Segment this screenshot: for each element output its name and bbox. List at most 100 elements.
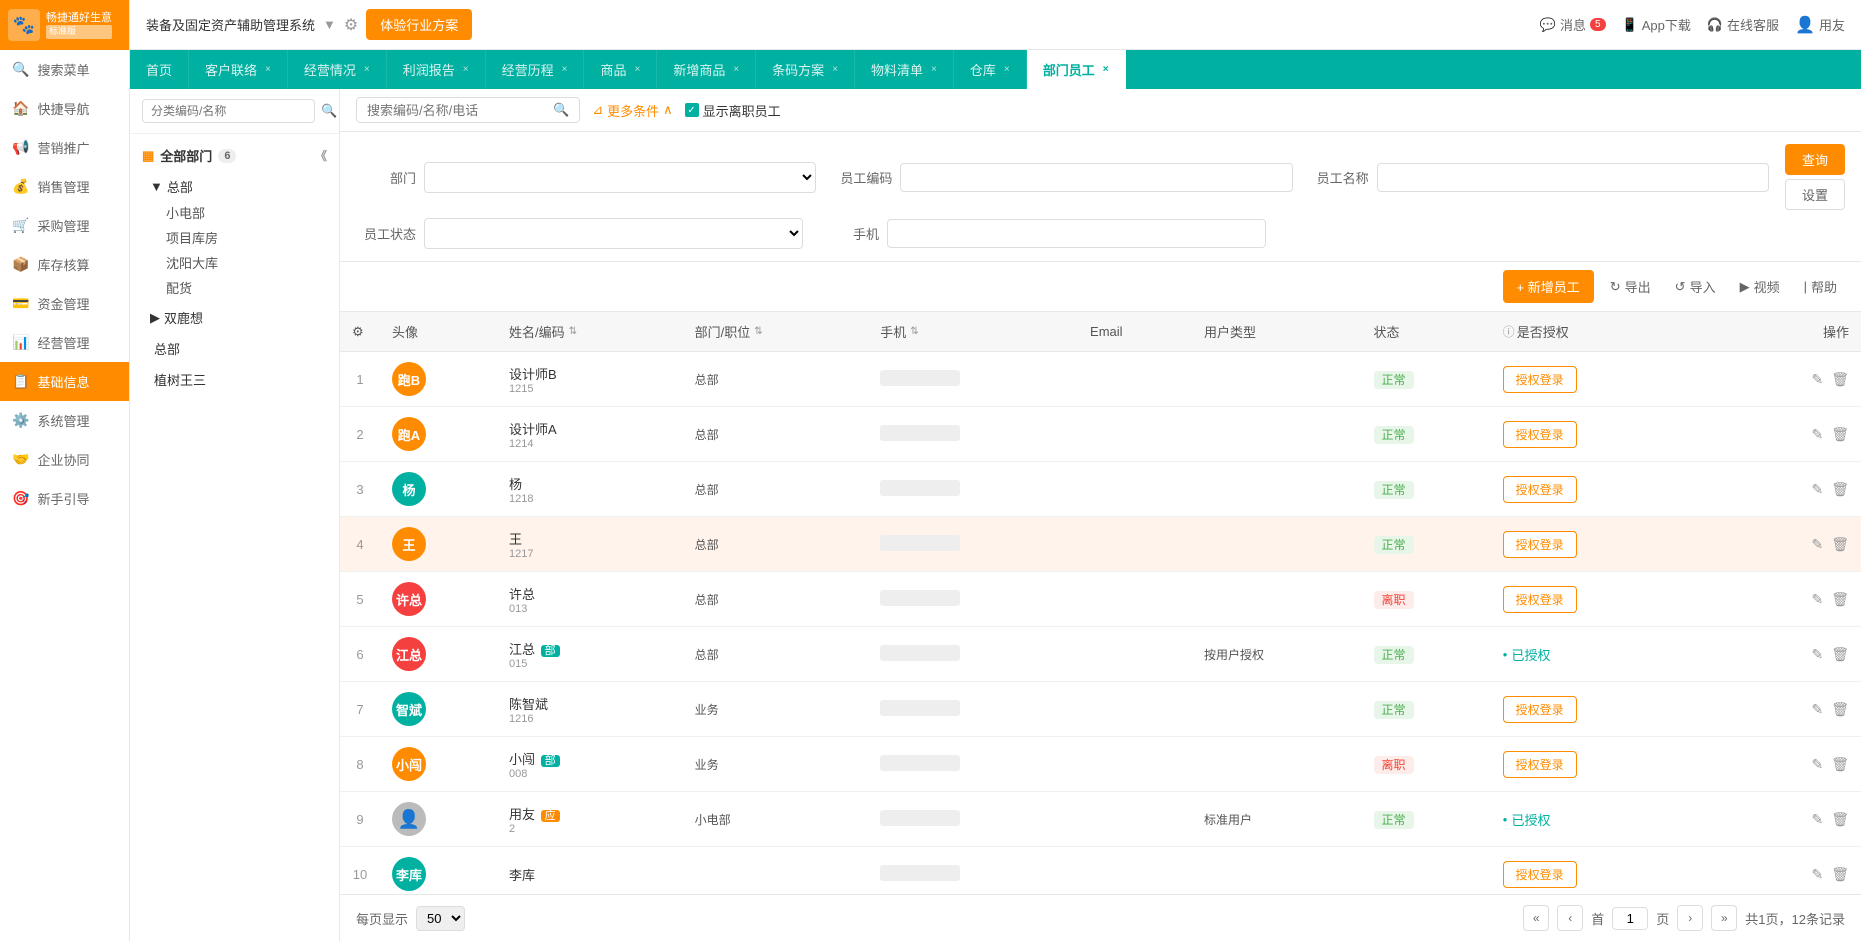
edit-icon[interactable]: ✎ bbox=[1811, 811, 1823, 828]
dept-all-item[interactable]: ▦ 全部部门 6 《 bbox=[142, 142, 327, 169]
nav-tab-商品[interactable]: 商品× bbox=[584, 50, 657, 89]
nav-tab-仓库[interactable]: 仓库× bbox=[954, 50, 1027, 89]
dept-group-name-zongbu2[interactable]: 总部 bbox=[142, 335, 327, 362]
tab-close-icon[interactable]: × bbox=[1004, 64, 1010, 75]
more-conditions-btn[interactable]: ⊿ 更多条件 ∧ bbox=[592, 101, 672, 120]
prev-page-button[interactable]: ‹ bbox=[1557, 905, 1583, 931]
tab-close-icon[interactable]: × bbox=[832, 64, 838, 75]
edit-icon[interactable]: ✎ bbox=[1811, 536, 1823, 553]
nav-tab-利润报告[interactable]: 利润报告× bbox=[387, 50, 486, 89]
edit-icon[interactable]: ✎ bbox=[1811, 371, 1823, 388]
nav-tab-物料清单[interactable]: 物料清单× bbox=[855, 50, 954, 89]
auth-login-button[interactable]: 授权登录 bbox=[1503, 366, 1577, 393]
delete-icon[interactable]: 🗑 bbox=[1831, 646, 1849, 663]
dept-child-shenyang[interactable]: 沈阳大库 bbox=[142, 250, 327, 275]
user-item[interactable]: 👤 用友 bbox=[1795, 15, 1845, 35]
edit-icon[interactable]: ✎ bbox=[1811, 481, 1823, 498]
dept-child-xiangmu[interactable]: 项目库房 bbox=[142, 225, 327, 250]
tab-close-icon[interactable]: × bbox=[562, 64, 568, 75]
sidebar-item-经营管理[interactable]: 📊经营管理 bbox=[0, 323, 129, 362]
online-service-item[interactable]: 🎧 在线客服 bbox=[1707, 15, 1779, 34]
nav-tab-部门员工[interactable]: 部门员工× bbox=[1027, 50, 1126, 89]
tab-close-icon[interactable]: × bbox=[265, 64, 271, 75]
delete-icon[interactable]: 🗑 bbox=[1831, 701, 1849, 718]
dept-search-icon[interactable]: 🔍 bbox=[321, 103, 337, 119]
th-name[interactable]: 姓名/编码 ⇅ bbox=[497, 312, 683, 352]
system-dropdown-icon[interactable]: ▼ bbox=[323, 17, 336, 32]
nav-tab-条码方案[interactable]: 条码方案× bbox=[756, 50, 855, 89]
dept-child-peihuo[interactable]: 配货 bbox=[142, 275, 327, 300]
dept-select[interactable] bbox=[424, 162, 816, 193]
tab-close-icon[interactable]: × bbox=[733, 64, 739, 75]
delete-icon[interactable]: 🗑 bbox=[1831, 426, 1849, 443]
search-icon[interactable]: 🔍 bbox=[553, 102, 569, 118]
edit-icon[interactable]: ✎ bbox=[1811, 426, 1823, 443]
nav-tab-客户联络[interactable]: 客户联络× bbox=[189, 50, 288, 89]
video-button[interactable]: ▶ 视频 bbox=[1732, 271, 1788, 302]
sidebar-item-资金管理[interactable]: 💳资金管理 bbox=[0, 284, 129, 323]
th-settings[interactable]: ⚙ bbox=[340, 312, 380, 352]
emp-status-select[interactable] bbox=[424, 218, 803, 249]
auth-login-button[interactable]: 授权登录 bbox=[1503, 531, 1577, 558]
last-page-button[interactable]: » bbox=[1711, 905, 1737, 931]
emp-name-input[interactable] bbox=[1377, 163, 1769, 192]
delete-icon[interactable]: 🗑 bbox=[1831, 811, 1849, 828]
sidebar-item-销售管理[interactable]: 💰销售管理 bbox=[0, 167, 129, 206]
th-dept[interactable]: 部门/职位 ⇅ bbox=[683, 312, 869, 352]
help-button[interactable]: | 帮助 bbox=[1796, 271, 1845, 302]
first-page-button[interactable]: « bbox=[1523, 905, 1549, 931]
message-item[interactable]: 💬 消息 5 bbox=[1540, 15, 1606, 34]
tab-close-icon[interactable]: × bbox=[634, 64, 640, 75]
delete-icon[interactable]: 🗑 bbox=[1831, 756, 1849, 773]
auth-login-button[interactable]: 授权登录 bbox=[1503, 751, 1577, 778]
tab-close-icon[interactable]: × bbox=[463, 64, 469, 75]
auth-login-button[interactable]: 授权登录 bbox=[1503, 861, 1577, 888]
dept-group-name-zongbu[interactable]: ▼ 总部 bbox=[142, 173, 327, 200]
sidebar-item-系统管理[interactable]: ⚙️系统管理 bbox=[0, 401, 129, 440]
next-page-button[interactable]: › bbox=[1677, 905, 1703, 931]
auth-login-button[interactable]: 授权登录 bbox=[1503, 696, 1577, 723]
nav-tab-经营历程[interactable]: 经营历程× bbox=[486, 50, 585, 89]
sidebar-item-基础信息[interactable]: 📋基础信息 bbox=[0, 362, 129, 401]
th-phone[interactable]: 手机 ⇅ bbox=[868, 312, 1078, 352]
auth-login-button[interactable]: 授权登录 bbox=[1503, 421, 1577, 448]
sidebar-item-新手引导[interactable]: 🎯新手引导 bbox=[0, 479, 129, 518]
tab-close-icon[interactable]: × bbox=[931, 64, 937, 75]
collapse-icon[interactable]: 《 bbox=[315, 147, 327, 164]
auth-login-button[interactable]: 授权登录 bbox=[1503, 476, 1577, 503]
settings-icon[interactable]: ⚙ bbox=[344, 15, 358, 35]
search-input[interactable] bbox=[367, 103, 547, 118]
reset-button[interactable]: 设置 bbox=[1785, 179, 1845, 210]
nav-tab-新增商品[interactable]: 新增商品× bbox=[657, 50, 756, 89]
nav-tab-首页[interactable]: 首页 bbox=[130, 50, 189, 89]
emp-code-input[interactable] bbox=[900, 163, 1292, 192]
phone-input[interactable] bbox=[887, 219, 1266, 248]
edit-icon[interactable]: ✎ bbox=[1811, 866, 1823, 883]
info-icon[interactable]: ⓘ bbox=[1503, 323, 1515, 340]
page-number-input[interactable] bbox=[1612, 907, 1648, 930]
add-employee-button[interactable]: + 新增员工 bbox=[1503, 270, 1594, 303]
delete-icon[interactable]: 🗑 bbox=[1831, 591, 1849, 608]
sidebar-item-企业协同[interactable]: 🤝企业协同 bbox=[0, 440, 129, 479]
sidebar-item-搜索菜单[interactable]: 🔍搜索菜单 bbox=[0, 50, 129, 89]
sidebar-item-快捷导航[interactable]: 🏠快捷导航 bbox=[0, 89, 129, 128]
trial-button[interactable]: 体验行业方案 bbox=[366, 9, 472, 40]
app-download-item[interactable]: 📱 App下载 bbox=[1622, 15, 1691, 34]
edit-icon[interactable]: ✎ bbox=[1811, 756, 1823, 773]
delete-icon[interactable]: 🗑 bbox=[1831, 371, 1849, 388]
sidebar-item-营销推广[interactable]: 📢营销推广 bbox=[0, 128, 129, 167]
nav-tab-经营情况[interactable]: 经营情况× bbox=[288, 50, 387, 89]
sidebar-item-库存核算[interactable]: 📦库存核算 bbox=[0, 245, 129, 284]
edit-icon[interactable]: ✎ bbox=[1811, 591, 1823, 608]
delete-icon[interactable]: 🗑 bbox=[1831, 536, 1849, 553]
delete-icon[interactable]: 🗑 bbox=[1831, 866, 1849, 883]
auth-login-button[interactable]: 授权登录 bbox=[1503, 586, 1577, 613]
sidebar-item-采购管理[interactable]: 🛒采购管理 bbox=[0, 206, 129, 245]
dept-group-name-shuangluxiang[interactable]: ▶ 双鹿想 bbox=[142, 304, 327, 331]
show-resign-toggle[interactable]: ✓ 显示离职员工 bbox=[685, 101, 781, 120]
per-page-select[interactable]: 50 bbox=[416, 906, 465, 931]
delete-icon[interactable]: 🗑 bbox=[1831, 481, 1849, 498]
tab-close-icon[interactable]: × bbox=[1103, 64, 1109, 75]
dept-child-xiaodian[interactable]: 小电部 bbox=[142, 200, 327, 225]
query-button[interactable]: 查询 bbox=[1785, 144, 1845, 175]
